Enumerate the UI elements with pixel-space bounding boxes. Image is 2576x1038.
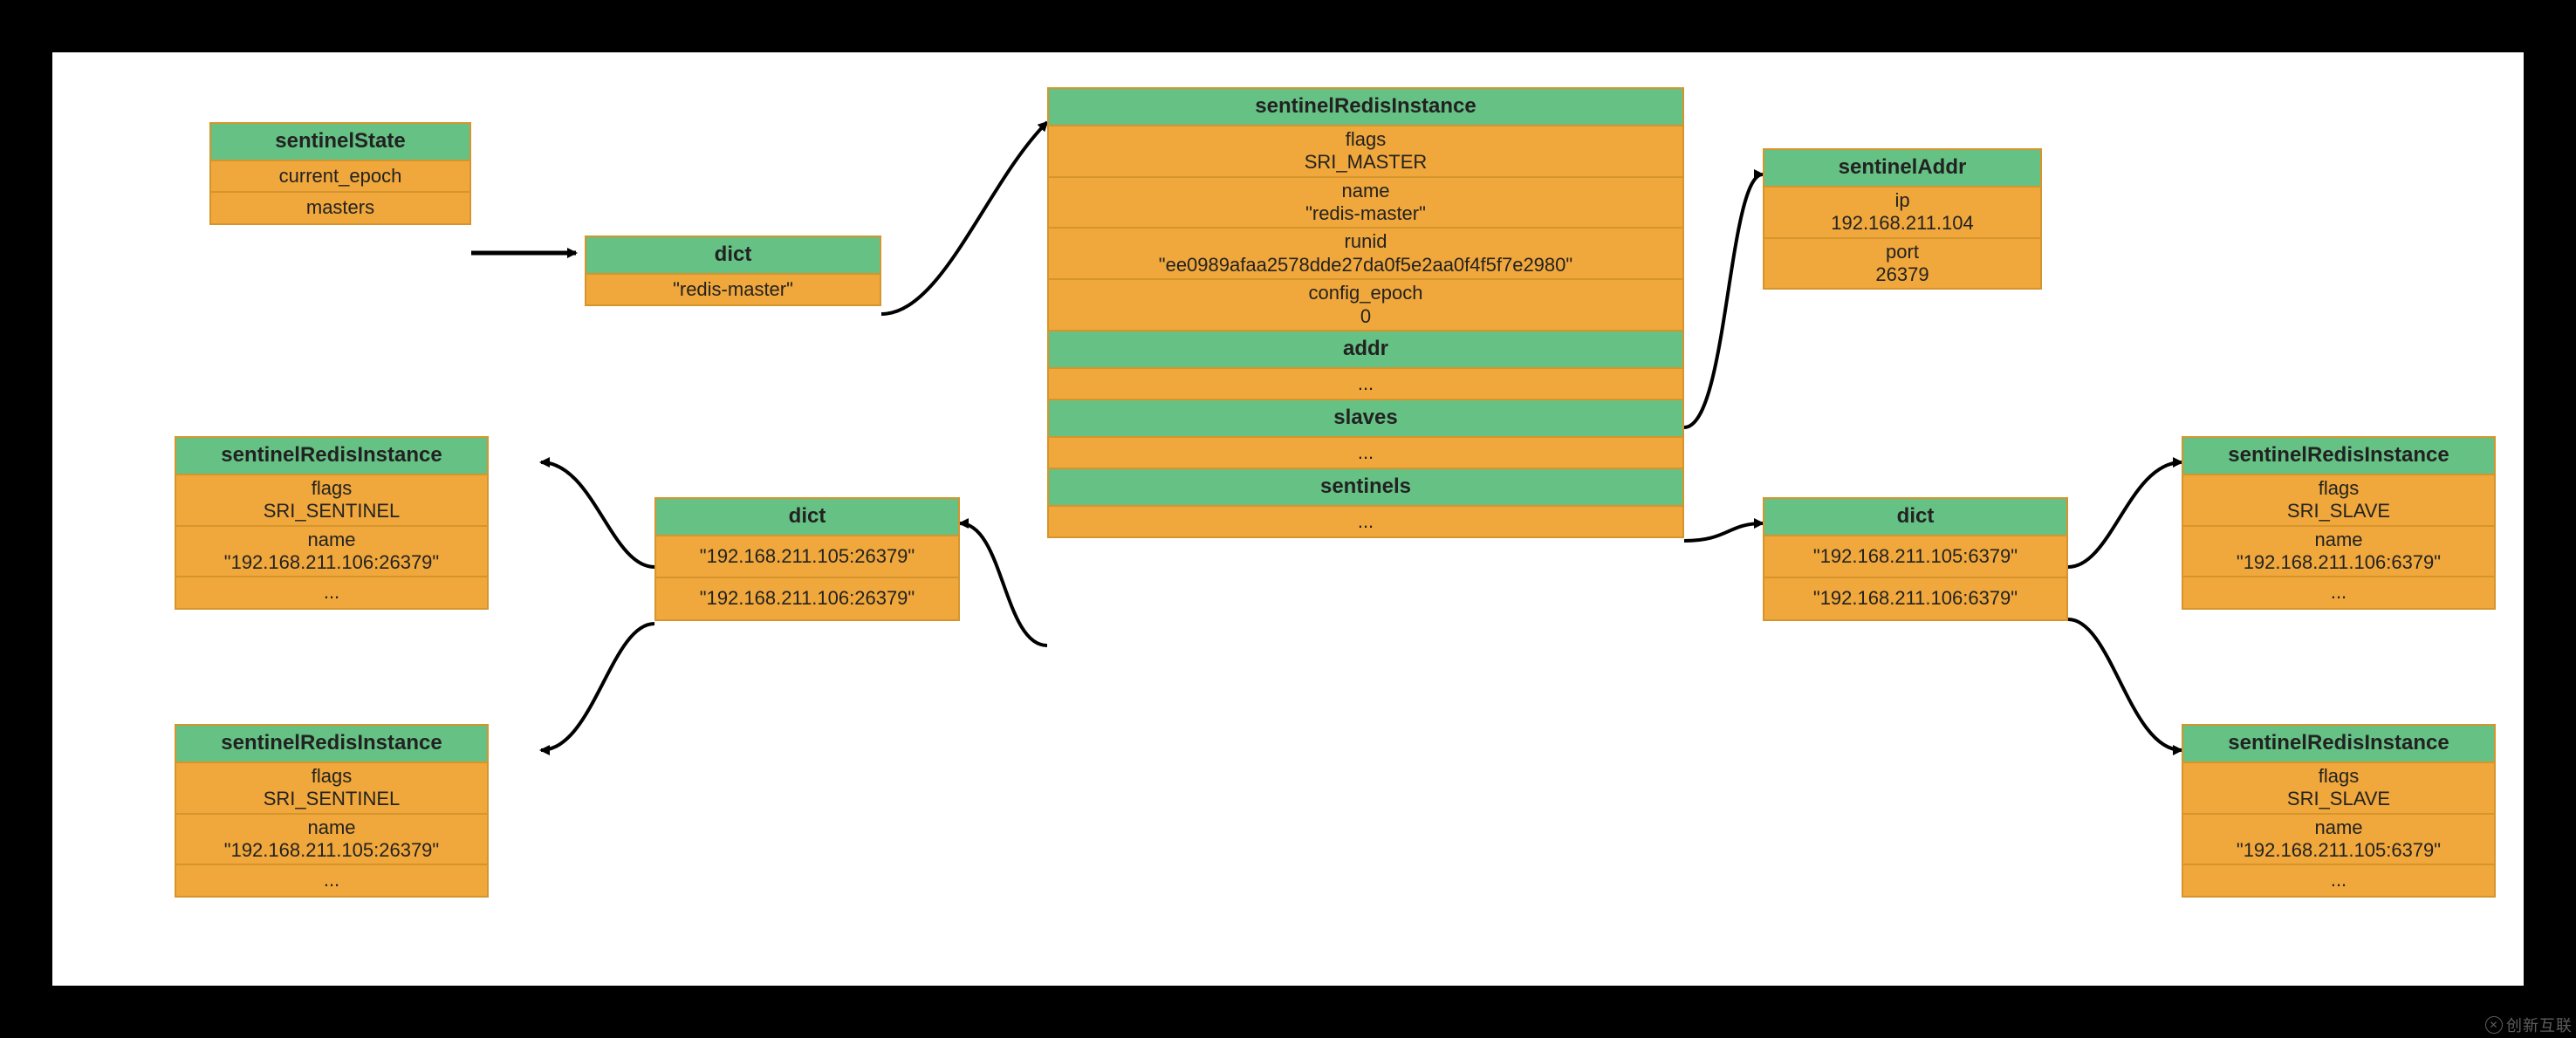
slave0-name: name "192.168.211.106:6379"	[2182, 527, 2496, 578]
sentinels-dict-row-1: "192.168.211.106:26379"	[654, 578, 960, 620]
slave1-name: name "192.168.211.105:6379"	[2182, 815, 2496, 866]
sent1-name-label: name	[180, 816, 483, 839]
sent1-dots: ...	[175, 865, 489, 897]
master-addr-dots: ...	[1047, 369, 1684, 400]
diagram-canvas: sentinelState current_epoch masters dict…	[52, 52, 2524, 986]
slave1-flags: flags SRI_SLAVE	[2182, 763, 2496, 815]
master-slaves-dots: ...	[1047, 438, 1684, 469]
slave1-flags-value: SRI_SLAVE	[2187, 788, 2490, 810]
slave0-dots: ...	[2182, 577, 2496, 609]
master-instance-title: sentinelRedisInstance	[1047, 87, 1684, 126]
master-addr-header: addr	[1047, 331, 1684, 369]
slave0-flags: flags SRI_SLAVE	[2182, 475, 2496, 527]
sent1-title: sentinelRedisInstance	[175, 724, 489, 763]
slaves-dict-row-0: "192.168.211.105:6379"	[1763, 536, 2068, 578]
sent1-flags-value: SRI_SENTINEL	[180, 788, 483, 810]
sentinelAddr-box: sentinelAddr ip 192.168.211.104 port 263…	[1763, 148, 2042, 290]
sentinelAddr-port-cell: port 26379	[1763, 239, 2042, 290]
slave1-title: sentinelRedisInstance	[2182, 724, 2496, 763]
sentinel-instance-1-box: sentinelRedisInstance flags SRI_SENTINEL…	[175, 724, 489, 898]
slave1-dots: ...	[2182, 865, 2496, 897]
sentinelState-row-current_epoch: current_epoch	[209, 161, 471, 193]
sent1-flags-label: flags	[180, 765, 483, 788]
master-name-value: "redis-master"	[1052, 202, 1679, 225]
sentinelState-row-masters: masters	[209, 193, 471, 224]
slave1-flags-label: flags	[2187, 765, 2490, 788]
sentinelAddr-ip-cell: ip 192.168.211.104	[1763, 188, 2042, 239]
sentinel-instance-0-box: sentinelRedisInstance flags SRI_SENTINEL…	[175, 436, 489, 610]
watermark-text: 创新互联	[2506, 1014, 2573, 1036]
sent1-flags: flags SRI_SENTINEL	[175, 763, 489, 815]
sentinelAddr-port-label: port	[1768, 241, 2037, 263]
master-slaves-header: slaves	[1047, 400, 1684, 438]
sent0-flags: flags SRI_SENTINEL	[175, 475, 489, 527]
slave1-name-value: "192.168.211.105:6379"	[2187, 839, 2490, 862]
sent0-flags-label: flags	[180, 477, 483, 500]
master-runid-value: "ee0989afaa2578dde27da0f5e2aa0f4f5f7e298…	[1052, 254, 1679, 277]
slave0-flags-value: SRI_SLAVE	[2187, 500, 2490, 522]
sentinelAddr-port-value: 26379	[1768, 263, 2037, 286]
master-sentinels-header: sentinels	[1047, 469, 1684, 507]
master-cfg-label: config_epoch	[1052, 282, 1679, 304]
slaves-dict-box: dict "192.168.211.105:6379" "192.168.211…	[1763, 497, 2068, 621]
sent0-dots: ...	[175, 577, 489, 609]
watermark: ✕ 创新互联	[2485, 1014, 2573, 1036]
masters-dict-title: dict	[585, 236, 881, 275]
sent0-flags-value: SRI_SENTINEL	[180, 500, 483, 522]
sent0-title: sentinelRedisInstance	[175, 436, 489, 475]
master-runid-label: runid	[1052, 230, 1679, 253]
master-sentinels-dots: ...	[1047, 507, 1684, 538]
sent1-name: name "192.168.211.105:26379"	[175, 815, 489, 866]
sent0-name-label: name	[180, 529, 483, 551]
masters-dict-row-0: "redis-master"	[585, 275, 881, 306]
sentinels-dict-box: dict "192.168.211.105:26379" "192.168.21…	[654, 497, 960, 621]
sent1-name-value: "192.168.211.105:26379"	[180, 839, 483, 862]
slave0-name-label: name	[2187, 529, 2490, 551]
masters-dict-box: dict "redis-master"	[585, 236, 881, 306]
sent0-name-value: "192.168.211.106:26379"	[180, 551, 483, 574]
slaves-dict-title: dict	[1763, 497, 2068, 536]
slave-instance-0-box: sentinelRedisInstance flags SRI_SLAVE na…	[2182, 436, 2496, 610]
slave-instance-1-box: sentinelRedisInstance flags SRI_SLAVE na…	[2182, 724, 2496, 898]
sentinelState-title: sentinelState	[209, 122, 471, 161]
master-cfg-value: 0	[1052, 305, 1679, 328]
sent0-name: name "192.168.211.106:26379"	[175, 527, 489, 578]
master-cfg-cell: config_epoch 0	[1047, 280, 1684, 331]
slave0-flags-label: flags	[2187, 477, 2490, 500]
master-flags-value: SRI_MASTER	[1052, 151, 1679, 174]
sentinels-dict-row-0: "192.168.211.105:26379"	[654, 536, 960, 578]
sentinelAddr-ip-value: 192.168.211.104	[1768, 212, 2037, 235]
sentinelAddr-title: sentinelAddr	[1763, 148, 2042, 188]
master-runid-cell: runid "ee0989afaa2578dde27da0f5e2aa0f4f5…	[1047, 229, 1684, 280]
master-name-label: name	[1052, 180, 1679, 202]
watermark-icon: ✕	[2485, 1016, 2503, 1034]
sentinelState-box: sentinelState current_epoch masters	[209, 122, 471, 225]
slave1-name-label: name	[2187, 816, 2490, 839]
master-flags-label: flags	[1052, 128, 1679, 151]
sentinelAddr-ip-label: ip	[1768, 189, 2037, 212]
sentinels-dict-title: dict	[654, 497, 960, 536]
slaves-dict-row-1: "192.168.211.106:6379"	[1763, 578, 2068, 620]
slave0-title: sentinelRedisInstance	[2182, 436, 2496, 475]
master-flags-cell: flags SRI_MASTER	[1047, 126, 1684, 178]
master-instance-box: sentinelRedisInstance flags SRI_MASTER n…	[1047, 87, 1684, 538]
master-name-cell: name "redis-master"	[1047, 178, 1684, 229]
slave0-name-value: "192.168.211.106:6379"	[2187, 551, 2490, 574]
